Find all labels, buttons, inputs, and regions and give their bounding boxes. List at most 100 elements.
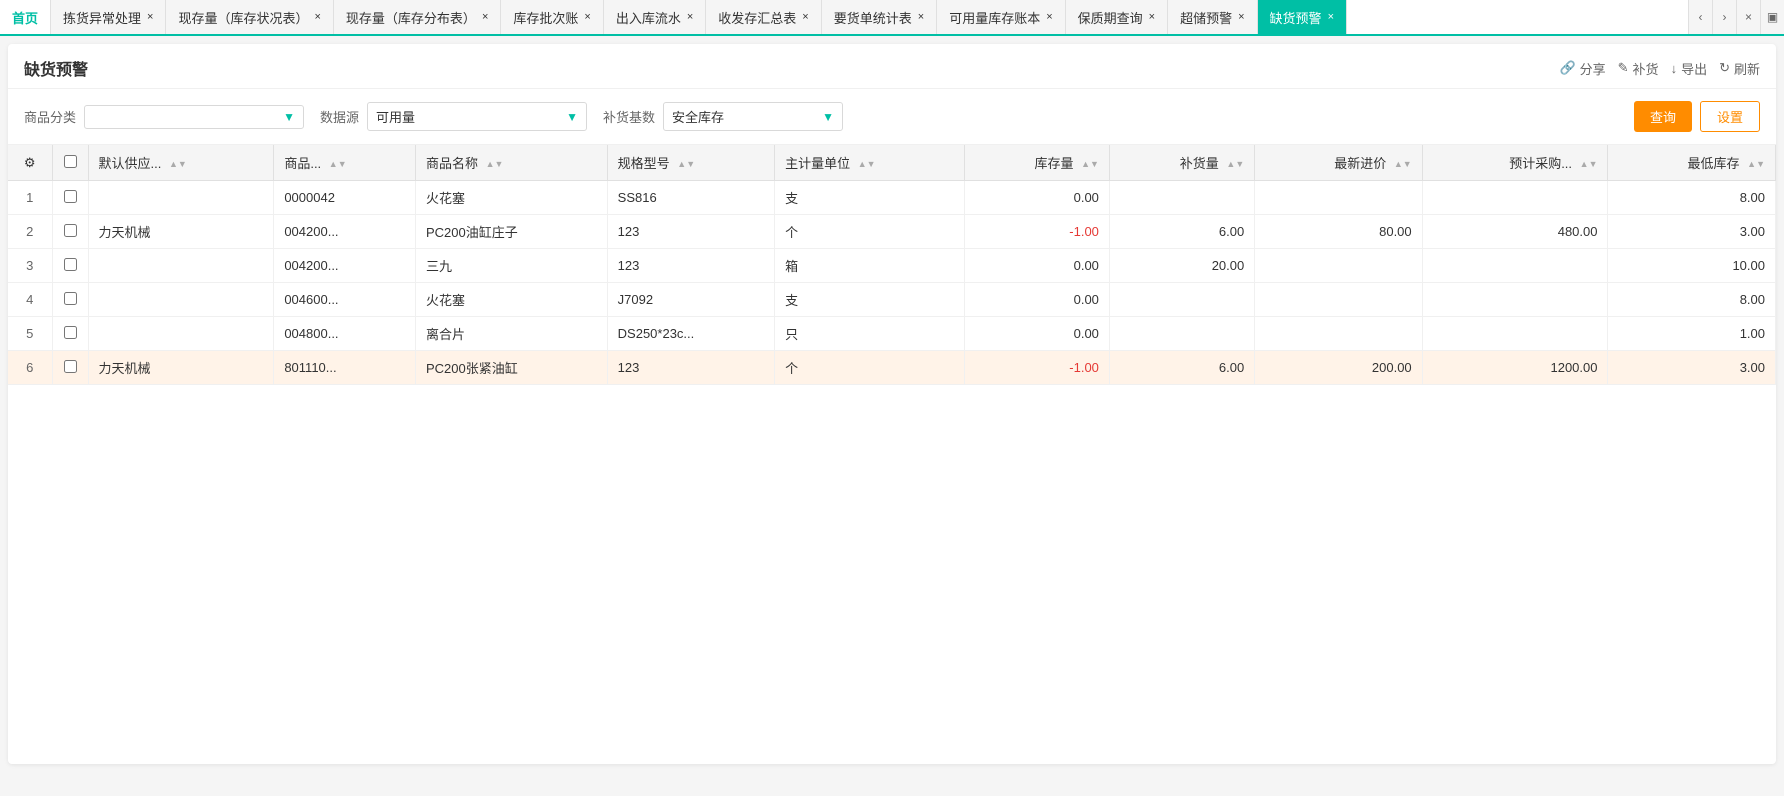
tab-4[interactable]: 库存批次账 ×: [501, 0, 603, 35]
table-row[interactable]: 6 力天机械 801110... PC200张紧油缸 123 个 -1.00 6…: [8, 351, 1776, 385]
category-select[interactable]: ▼: [84, 105, 304, 129]
row-replenish: [1109, 283, 1254, 317]
table-row[interactable]: 2 力天机械 004200... PC200油缸庄子 123 个 -1.00 6…: [8, 215, 1776, 249]
refresh-button[interactable]: ↻ 刷新: [1719, 59, 1760, 78]
tab-2[interactable]: 现存量（库存状况表） ×: [166, 0, 333, 35]
col-goods-name-label: 商品名称: [426, 156, 478, 171]
page-title: 缺货预警: [24, 56, 88, 80]
replenish-base-filter-group: 补货基数 安全库存 ▼: [603, 102, 843, 131]
row-goods-name: 离合片: [415, 317, 607, 351]
col-goods-code[interactable]: 商品... ▲▼: [274, 145, 416, 181]
datasource-arrow-icon: ▼: [566, 110, 578, 124]
row-stock: 0.00: [964, 283, 1109, 317]
tab-8[interactable]: 可用量库存账本 ×: [937, 0, 1065, 35]
table-row[interactable]: 4 004600... 火花塞 J7092 支 0.00 8.00: [8, 283, 1776, 317]
row-checkbox[interactable]: [64, 258, 77, 271]
tab-home[interactable]: 首页: [0, 0, 51, 35]
row-checkbox-cell[interactable]: [52, 181, 88, 215]
row-goods-name: PC200张紧油缸: [415, 351, 607, 385]
row-estimated-purchase: [1422, 283, 1608, 317]
col-estimated-purchase[interactable]: 预计采购... ▲▼: [1422, 145, 1608, 181]
tab-5[interactable]: 出入库流水 ×: [604, 0, 706, 35]
row-unit: 个: [775, 351, 965, 385]
row-latest-price: 80.00: [1255, 215, 1422, 249]
col-settings[interactable]: ⚙: [8, 145, 52, 181]
row-estimated-purchase: [1422, 249, 1608, 283]
tab-11-close[interactable]: ×: [1328, 11, 1334, 23]
tab-11[interactable]: 缺货预警 ×: [1258, 0, 1347, 35]
row-checkbox-cell[interactable]: [52, 351, 88, 385]
col-min-stock[interactable]: 最低库存 ▲▼: [1608, 145, 1776, 181]
replenish-button[interactable]: ✎ 补货: [1618, 59, 1659, 78]
row-latest-price: [1255, 181, 1422, 215]
share-button[interactable]: 🔗 分享: [1559, 59, 1605, 78]
datasource-select[interactable]: 可用量 ▼: [367, 102, 587, 131]
table-row[interactable]: 1 0000042 火花塞 SS816 支 0.00 8.00: [8, 181, 1776, 215]
tab-nav-prev[interactable]: ‹: [1688, 0, 1712, 35]
datasource-label: 数据源: [320, 107, 359, 126]
row-goods-code: 0000042: [274, 181, 416, 215]
settings-button[interactable]: 设置: [1700, 101, 1760, 132]
export-button[interactable]: ↓ 导出: [1671, 59, 1708, 78]
row-checkbox-cell[interactable]: [52, 249, 88, 283]
tab-6[interactable]: 收发存汇总表 ×: [706, 0, 821, 35]
col-latest-price[interactable]: 最新进价 ▲▼: [1255, 145, 1422, 181]
row-supplier: [88, 249, 274, 283]
col-supplier[interactable]: 默认供应... ▲▼: [88, 145, 274, 181]
row-checkbox[interactable]: [64, 190, 77, 203]
col-checkbox[interactable]: [52, 145, 88, 181]
export-icon: ↓: [1671, 61, 1678, 76]
row-stock: 0.00: [964, 249, 1109, 283]
col-latest-price-label: 最新进价: [1334, 156, 1386, 171]
filter-row: 商品分类 ▼ 数据源 可用量 ▼ 补货基数 安全库存 ▼ 查询 设置: [8, 89, 1776, 145]
tab-3[interactable]: 现存量（库存分布表） ×: [334, 0, 501, 35]
tab-10[interactable]: 超储预警 ×: [1168, 0, 1257, 35]
tab-6-close[interactable]: ×: [802, 11, 808, 23]
tab-1[interactable]: 拣货异常处理 ×: [51, 0, 166, 35]
row-unit: 只: [775, 317, 965, 351]
tab-4-close[interactable]: ×: [584, 11, 590, 23]
tab-nav-fullscreen[interactable]: ▣: [1760, 0, 1784, 35]
row-goods-code: 004200...: [274, 249, 416, 283]
tab-7[interactable]: 要货单统计表 ×: [822, 0, 937, 35]
row-latest-price: [1255, 283, 1422, 317]
replenish-base-select[interactable]: 安全库存 ▼: [663, 102, 843, 131]
row-num: 4: [8, 283, 52, 317]
table-row[interactable]: 3 004200... 三九 123 箱 0.00 20.00 10.00: [8, 249, 1776, 283]
row-checkbox[interactable]: [64, 292, 77, 305]
col-spec[interactable]: 规格型号 ▲▼: [607, 145, 774, 181]
col-stock[interactable]: 库存量 ▲▼: [964, 145, 1109, 181]
tab-9-close[interactable]: ×: [1149, 11, 1155, 23]
tab-5-close[interactable]: ×: [687, 11, 693, 23]
tab-7-close[interactable]: ×: [918, 11, 924, 23]
col-unit[interactable]: 主计量单位 ▲▼: [775, 145, 965, 181]
category-label: 商品分类: [24, 107, 76, 126]
tab-3-label: 现存量（库存分布表）: [346, 8, 476, 27]
row-checkbox[interactable]: [64, 326, 77, 339]
col-replenish[interactable]: 补货量 ▲▼: [1109, 145, 1254, 181]
select-all-checkbox[interactable]: [64, 155, 77, 168]
tab-8-close[interactable]: ×: [1046, 11, 1052, 23]
row-checkbox-cell[interactable]: [52, 283, 88, 317]
tab-nav-close[interactable]: ×: [1736, 0, 1760, 35]
col-unit-sort-icon: ▲▼: [858, 160, 876, 169]
tab-3-close[interactable]: ×: [482, 11, 488, 23]
row-unit: 支: [775, 181, 965, 215]
col-stock-sort-icon: ▲▼: [1081, 160, 1099, 169]
query-button[interactable]: 查询: [1634, 101, 1692, 132]
col-replenish-label: 补货量: [1180, 156, 1219, 171]
data-table: ⚙ 默认供应... ▲▼ 商品... ▲▼ 商品名称: [8, 145, 1776, 385]
row-checkbox[interactable]: [64, 360, 77, 373]
tab-1-close[interactable]: ×: [147, 11, 153, 23]
tab-9[interactable]: 保质期查询 ×: [1066, 0, 1168, 35]
col-estimated-purchase-sort-icon: ▲▼: [1580, 160, 1598, 169]
row-min-stock: 3.00: [1608, 351, 1776, 385]
tab-10-close[interactable]: ×: [1238, 11, 1244, 23]
table-row[interactable]: 5 004800... 离合片 DS250*23c... 只 0.00 1.00: [8, 317, 1776, 351]
tab-nav-next[interactable]: ›: [1712, 0, 1736, 35]
col-goods-name[interactable]: 商品名称 ▲▼: [415, 145, 607, 181]
row-checkbox-cell[interactable]: [52, 317, 88, 351]
row-checkbox[interactable]: [64, 224, 77, 237]
row-checkbox-cell[interactable]: [52, 215, 88, 249]
tab-2-close[interactable]: ×: [314, 11, 320, 23]
